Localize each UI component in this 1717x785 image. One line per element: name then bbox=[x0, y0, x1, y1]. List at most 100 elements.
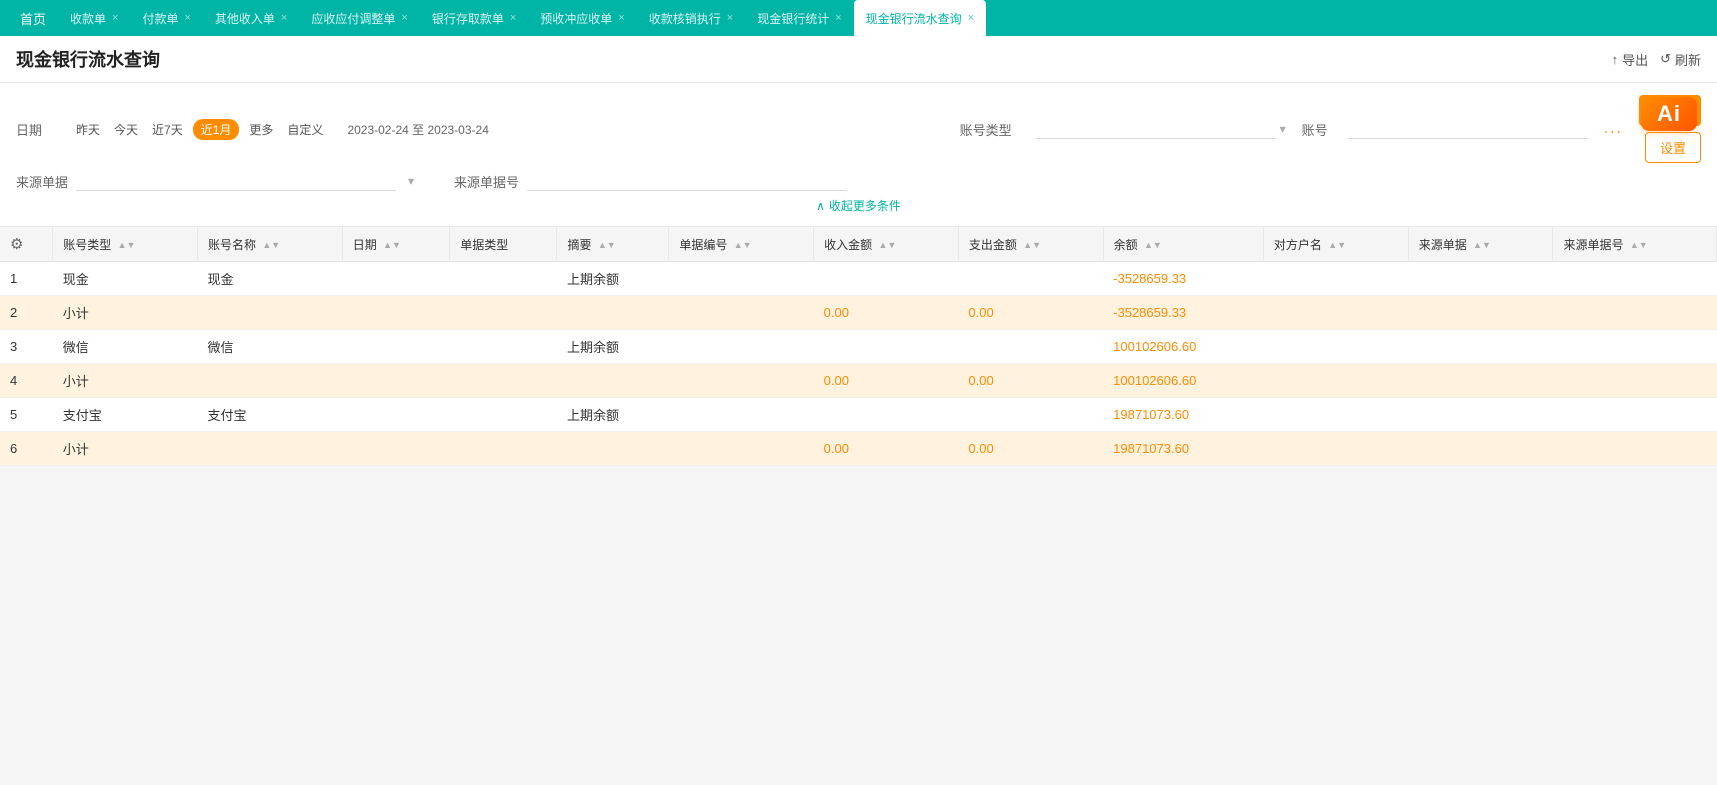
tab-yingshouyingfu[interactable]: 应收应付调整单 × bbox=[299, 0, 419, 36]
table-cell bbox=[1553, 364, 1717, 398]
source-doc-input[interactable] bbox=[76, 171, 396, 191]
close-icon[interactable]: × bbox=[968, 12, 974, 24]
account-input[interactable] bbox=[1348, 119, 1588, 139]
refresh-button[interactable]: ↺ 刷新 bbox=[1660, 50, 1701, 69]
account-type-label: 账号类型 bbox=[960, 120, 1020, 139]
source-doc-label: 来源单据 bbox=[16, 172, 68, 191]
close-icon[interactable]: × bbox=[401, 12, 407, 24]
collapse-bar[interactable]: ∧ 收起更多条件 bbox=[16, 197, 1701, 214]
table-header-row: ⚙ 账号类型 ▲▼ 账号名称 ▲▼ 日期 ▲▼ 单据类型 摘 bbox=[0, 227, 1717, 262]
col-doc-no[interactable]: 单据编号 ▲▼ bbox=[669, 227, 814, 262]
close-icon[interactable]: × bbox=[281, 12, 287, 24]
table-cell: 小计 bbox=[53, 364, 198, 398]
table-header: ⚙ 账号类型 ▲▼ 账号名称 ▲▼ 日期 ▲▼ 单据类型 摘 bbox=[0, 227, 1717, 262]
collapse-arrow-icon: ∧ bbox=[816, 199, 825, 213]
col-source-doc-no[interactable]: 来源单据号 ▲▼ bbox=[1553, 227, 1717, 262]
table-cell bbox=[1408, 432, 1553, 466]
date-opt-more[interactable]: 更多 bbox=[245, 119, 277, 140]
table-cell: 现金 bbox=[198, 262, 343, 296]
table-cell bbox=[1408, 296, 1553, 330]
col-date[interactable]: 日期 ▲▼ bbox=[342, 227, 449, 262]
col-gear[interactable]: ⚙ bbox=[0, 227, 53, 262]
data-table: ⚙ 账号类型 ▲▼ 账号名称 ▲▼ 日期 ▲▼ 单据类型 摘 bbox=[0, 227, 1717, 466]
tab-liushui[interactable]: 现金银行流水查询 × bbox=[854, 0, 986, 36]
tab-xianjintongji[interactable]: 现金银行统计 × bbox=[745, 0, 853, 36]
source-doc-dropdown-icon[interactable]: ▾ bbox=[408, 174, 414, 188]
close-icon[interactable]: × bbox=[835, 12, 841, 24]
ai-badge[interactable]: Ai bbox=[1641, 97, 1697, 131]
table-row[interactable]: 2小计0.000.00-3528659.33 bbox=[0, 296, 1717, 330]
source-doc-group: 来源单据 ▾ bbox=[16, 171, 414, 191]
date-opt-today[interactable]: 今天 bbox=[110, 119, 142, 140]
table-cell bbox=[669, 296, 814, 330]
date-opt-custom[interactable]: 自定义 bbox=[283, 119, 327, 140]
close-icon[interactable]: × bbox=[510, 12, 516, 24]
table-cell bbox=[1263, 330, 1408, 364]
account-type-input[interactable] bbox=[1036, 119, 1276, 139]
tab-qitashouru[interactable]: 其他收入单 × bbox=[203, 0, 299, 36]
source-doc-no-input[interactable] bbox=[527, 171, 847, 191]
date-opt-yesterday[interactable]: 昨天 bbox=[72, 119, 104, 140]
table-cell bbox=[198, 364, 343, 398]
date-opt-1month[interactable]: 近1月 bbox=[193, 119, 240, 140]
table-row[interactable]: 5支付宝支付宝上期余额19871073.60 bbox=[0, 398, 1717, 432]
table-cell: 小计 bbox=[53, 296, 198, 330]
close-icon[interactable]: × bbox=[727, 12, 733, 24]
source-doc-no-group: 来源单据号 bbox=[454, 171, 847, 191]
table-cell bbox=[814, 262, 959, 296]
gear-icon[interactable]: ⚙ bbox=[10, 236, 23, 253]
col-account-name[interactable]: 账号名称 ▲▼ bbox=[198, 227, 343, 262]
table-cell bbox=[1553, 296, 1717, 330]
table-cell: 19871073.60 bbox=[1103, 432, 1263, 466]
table-row[interactable]: 3微信微信上期余额100102606.60 bbox=[0, 330, 1717, 364]
tab-shoukuanxiaoxiao[interactable]: 收款核销执行 × bbox=[637, 0, 745, 36]
col-doc-type[interactable]: 单据类型 bbox=[450, 227, 557, 262]
close-icon[interactable]: × bbox=[618, 12, 624, 24]
table-cell: 上期余额 bbox=[557, 398, 669, 432]
account-more-button[interactable]: ... bbox=[1604, 120, 1623, 138]
table-cell bbox=[814, 398, 959, 432]
table-row[interactable]: 4小计0.000.00100102606.60 bbox=[0, 364, 1717, 398]
filter-area: 日期 昨天 今天 近7天 近1月 更多 自定义 2023-02-24 至 202… bbox=[0, 83, 1717, 227]
table-cell bbox=[450, 432, 557, 466]
table-cell: 0.00 bbox=[814, 296, 959, 330]
table-row[interactable]: 1现金现金上期余额-3528659.33 bbox=[0, 262, 1717, 296]
table-cell: -3528659.33 bbox=[1103, 262, 1263, 296]
col-income[interactable]: 收入金额 ▲▼ bbox=[814, 227, 959, 262]
col-balance[interactable]: 余额 ▲▼ bbox=[1103, 227, 1263, 262]
source-doc-no-label: 来源单据号 bbox=[454, 172, 519, 191]
home-tab[interactable]: 首页 bbox=[8, 0, 58, 36]
date-opt-7days[interactable]: 近7天 bbox=[148, 119, 187, 140]
table-cell: 0.00 bbox=[958, 364, 1103, 398]
export-button[interactable]: ↑ 导出 bbox=[1612, 50, 1649, 69]
tab-shoukuan[interactable]: 收款单 × bbox=[58, 0, 130, 36]
table-cell: 100102606.60 bbox=[1103, 330, 1263, 364]
filter-row-source: 来源单据 ▾ 来源单据号 bbox=[16, 171, 1701, 191]
col-counterparty[interactable]: 对方户名 ▲▼ bbox=[1263, 227, 1408, 262]
settings-button[interactable]: 设置 bbox=[1645, 132, 1701, 163]
table-cell: -3528659.33 bbox=[1103, 296, 1263, 330]
col-expense[interactable]: 支出金额 ▲▼ bbox=[958, 227, 1103, 262]
account-type-select[interactable]: ▾ bbox=[1036, 119, 1286, 139]
table-cell: 1 bbox=[0, 262, 53, 296]
col-source-doc[interactable]: 来源单据 ▲▼ bbox=[1408, 227, 1553, 262]
tab-fukuan[interactable]: 付款单 × bbox=[130, 0, 202, 36]
table-cell: 微信 bbox=[53, 330, 198, 364]
col-summary[interactable]: 摘要 ▲▼ bbox=[557, 227, 669, 262]
sort-arrows-icon: ▲▼ bbox=[598, 241, 616, 250]
table-cell bbox=[1263, 398, 1408, 432]
tab-yushou[interactable]: 预收冲应收单 × bbox=[528, 0, 636, 36]
table-cell bbox=[450, 262, 557, 296]
dropdown-arrow-icon[interactable]: ▾ bbox=[1280, 122, 1286, 136]
table-row[interactable]: 6小计0.000.0019871073.60 bbox=[0, 432, 1717, 466]
close-icon[interactable]: × bbox=[184, 12, 190, 24]
table-cell: 小计 bbox=[53, 432, 198, 466]
tab-yinhangcunqu[interactable]: 银行存取款单 × bbox=[420, 0, 528, 36]
table-cell bbox=[450, 330, 557, 364]
table-cell bbox=[669, 330, 814, 364]
close-icon[interactable]: × bbox=[112, 12, 118, 24]
col-account-type[interactable]: 账号类型 ▲▼ bbox=[53, 227, 198, 262]
date-options: 昨天 今天 近7天 近1月 更多 自定义 bbox=[72, 119, 327, 140]
table-cell: 上期余额 bbox=[557, 262, 669, 296]
table-cell bbox=[1263, 364, 1408, 398]
